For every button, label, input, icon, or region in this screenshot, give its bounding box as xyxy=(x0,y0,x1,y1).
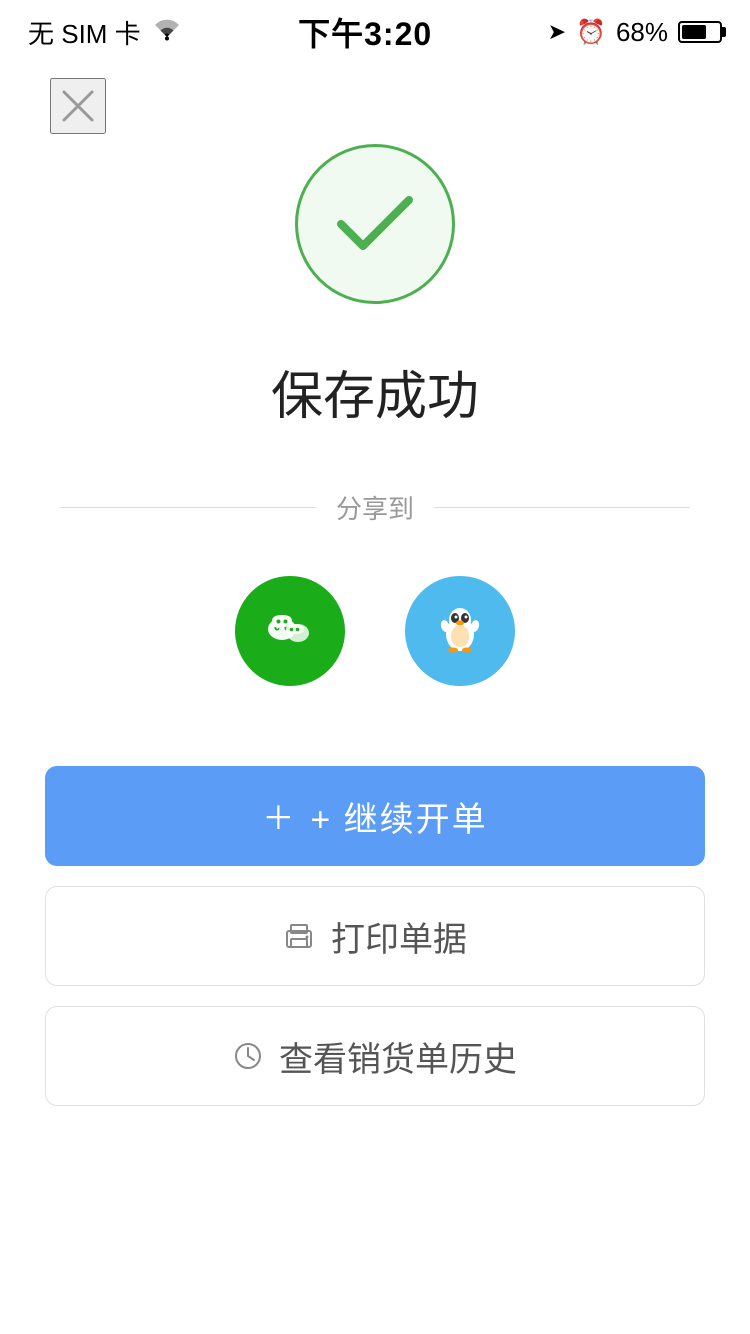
status-left: 无 SIM 卡 xyxy=(28,14,183,51)
plus-icon: ＋ xyxy=(262,793,294,839)
print-button[interactable]: 打印单据 xyxy=(45,886,705,986)
continue-order-label: + 继续开单 xyxy=(310,792,487,841)
wifi-icon xyxy=(151,17,183,48)
location-icon: ➤ xyxy=(548,19,566,45)
clock-icon xyxy=(233,1041,263,1071)
history-label: 查看销货单历史 xyxy=(279,1032,517,1081)
wechat-icon xyxy=(260,601,320,661)
success-title: 保存成功 xyxy=(271,354,479,429)
carrier-text: 无 SIM 卡 xyxy=(28,14,141,51)
share-divider: 分享到 xyxy=(0,489,750,526)
printer-icon xyxy=(283,921,315,951)
status-right: ➤ ⏰ 68% xyxy=(548,17,722,48)
divider-left xyxy=(60,507,316,508)
status-bar: 无 SIM 卡 下午3:20 ➤ ⏰ 68% xyxy=(0,0,750,64)
status-time: 下午3:20 xyxy=(298,9,432,55)
success-circle xyxy=(295,144,455,304)
action-buttons: ＋ + 继续开单 打印单据 查看销货单 xyxy=(45,766,705,1106)
share-icons xyxy=(235,576,515,686)
wechat-share-button[interactable] xyxy=(235,576,345,686)
battery-text: 68% xyxy=(616,17,668,48)
battery-icon xyxy=(678,21,722,43)
divider-right xyxy=(434,507,690,508)
checkmark-icon xyxy=(335,194,415,254)
history-button[interactable]: 查看销货单历史 xyxy=(45,1006,705,1106)
print-label: 打印单据 xyxy=(331,912,467,961)
main-content: 保存成功 分享到 xyxy=(0,64,750,1106)
qq-icon xyxy=(429,600,491,662)
close-button[interactable] xyxy=(50,78,106,134)
battery-fill xyxy=(682,25,706,39)
share-label: 分享到 xyxy=(316,489,434,526)
alarm-icon: ⏰ xyxy=(576,18,606,47)
qq-share-button[interactable] xyxy=(405,576,515,686)
continue-order-button[interactable]: ＋ + 继续开单 xyxy=(45,766,705,866)
